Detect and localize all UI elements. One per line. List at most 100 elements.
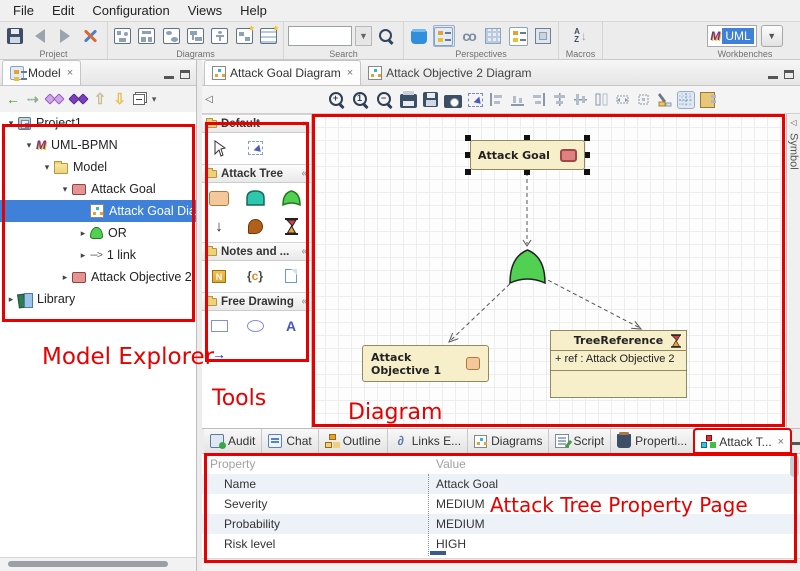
same-height-icon[interactable]: [594, 92, 609, 107]
close-icon[interactable]: ×: [778, 436, 784, 448]
palette-section-attack-tree[interactable]: Attack Tree «: [202, 164, 311, 183]
expander-icon[interactable]: ▸: [58, 272, 72, 283]
bucket-icon[interactable]: [408, 25, 430, 47]
palette-section-default[interactable]: Default «: [202, 114, 311, 133]
tree-item-project1[interactable]: ▾Project1: [0, 112, 196, 134]
tab-attack-objective-2-diagram[interactable]: Attack Objective 2 Diagram: [361, 60, 538, 85]
links-icon[interactable]: co: [458, 25, 480, 47]
column-divider[interactable]: [428, 474, 429, 556]
close-icon[interactable]: ×: [347, 67, 353, 79]
expander-icon[interactable]: ▾: [4, 118, 18, 129]
marquee-zoom-tool[interactable]: [244, 138, 266, 158]
scrollbar-thumb[interactable]: [430, 551, 446, 555]
tab-attack-goal-diagram[interactable]: Attack Goal Diagram ×: [204, 60, 361, 85]
line-tool[interactable]: →: [208, 344, 230, 364]
tree-item-1-link[interactable]: ▸--->1 link: [0, 244, 196, 266]
tree-item-uml-bpmn[interactable]: ▾MUML-BPMN: [0, 134, 196, 156]
tree-item-model[interactable]: ▾Model: [0, 156, 196, 178]
tree-reference-attribute[interactable]: + ref : Attack Objective 2: [551, 350, 686, 370]
attack-node-tool[interactable]: [208, 188, 230, 208]
tree-item-attack-objective-2[interactable]: ▸Attack Objective 2: [0, 266, 196, 288]
center-horizontally-icon[interactable]: [573, 92, 588, 107]
expander-icon[interactable]: ▾: [22, 140, 36, 151]
pin-icon[interactable]: «: [301, 296, 307, 307]
align-bottom-icon[interactable]: [510, 92, 525, 107]
menu-edit[interactable]: Edit: [43, 1, 83, 20]
expander-icon[interactable]: ▸: [76, 228, 90, 239]
nav-back-icon[interactable]: ←: [6, 91, 20, 107]
table-row-severity[interactable]: Severity MEDIUM: [202, 494, 800, 514]
fit-content-icon[interactable]: [636, 92, 651, 107]
symbol-side-tab[interactable]: ◁ Symbol: [786, 114, 800, 428]
related-dark-icon[interactable]: [70, 95, 87, 103]
nav-forward-icon[interactable]: ⇢: [27, 91, 39, 108]
deployment-diagram-icon[interactable]: [136, 25, 157, 47]
format-painter-icon[interactable]: [657, 92, 672, 107]
palette-section-free-drawing[interactable]: Free Drawing «: [202, 292, 311, 311]
tab-links-editor[interactable]: ∂Links E...: [388, 429, 468, 453]
tree-item-attack-goal-diagram[interactable]: Attack Goal Diagram: [0, 200, 196, 222]
pin-icon[interactable]: «: [301, 246, 307, 257]
move-down-icon[interactable]: ⇩: [113, 90, 126, 108]
pin-icon[interactable]: «: [301, 118, 307, 129]
menu-views[interactable]: Views: [179, 1, 231, 20]
same-size-icon[interactable]: [615, 92, 630, 107]
redo-icon[interactable]: [54, 25, 76, 47]
note-tool[interactable]: N: [208, 266, 230, 286]
collapse-all-icon[interactable]: [133, 94, 145, 105]
move-up-icon[interactable]: ⇧: [94, 90, 107, 108]
tab-chat[interactable]: Chat: [262, 429, 318, 453]
collapse-palette-icon[interactable]: ◁: [202, 94, 216, 105]
vertical-scrollbar[interactable]: [790, 455, 799, 477]
tab-properties[interactable]: Properti...: [611, 429, 694, 453]
column-header-value[interactable]: Value: [428, 457, 466, 471]
tree-item-or[interactable]: ▸OR: [0, 222, 196, 244]
tab-script[interactable]: Script: [549, 429, 611, 453]
tree-item-library[interactable]: ▸Library: [0, 288, 196, 310]
expand-icon[interactable]: ◁: [790, 118, 796, 127]
tab-attack-tree[interactable]: Attack T...×: [694, 429, 791, 453]
search-icon[interactable]: [375, 25, 397, 47]
save-image-icon[interactable]: [423, 92, 438, 107]
pin-icon[interactable]: «: [301, 168, 307, 179]
snap-grid-icon[interactable]: [678, 92, 694, 108]
menu-file[interactable]: File: [4, 1, 43, 20]
center-vertically-icon[interactable]: [552, 92, 567, 107]
table-row-risk-level[interactable]: Risk level HIGH: [202, 534, 800, 554]
overview-icon[interactable]: [700, 92, 715, 108]
minimize-icon[interactable]: [164, 70, 174, 79]
zoom-in-icon[interactable]: +: [328, 91, 346, 109]
tab-outline[interactable]: Outline: [319, 429, 388, 453]
sort-az-icon[interactable]: AZ↓: [570, 25, 592, 47]
workbench-dropdown-icon[interactable]: ▼: [761, 25, 783, 47]
selection-cursor-tool[interactable]: [208, 138, 230, 158]
expander-icon[interactable]: ▸: [4, 294, 18, 305]
search-input[interactable]: [288, 26, 352, 46]
maximize-icon[interactable]: [180, 70, 190, 79]
menu-configuration[interactable]: Configuration: [83, 1, 178, 20]
align-left-icon[interactable]: [489, 92, 504, 107]
minimize-icon[interactable]: [768, 70, 778, 79]
document-tool[interactable]: [280, 266, 302, 286]
horizontal-scrollbar[interactable]: [202, 558, 800, 571]
grid-icon[interactable]: [483, 25, 505, 47]
print-icon[interactable]: [400, 94, 417, 108]
tree-item-attack-goal[interactable]: ▾Attack Goal: [0, 178, 196, 200]
select-zone-icon[interactable]: [468, 93, 483, 107]
menu-caret-icon[interactable]: ▾: [152, 94, 157, 105]
workbench-selector[interactable]: M UML: [707, 25, 756, 47]
usecase-diagram-icon[interactable]: [161, 25, 182, 47]
form-icon[interactable]: [507, 25, 529, 47]
expander-icon[interactable]: ▸: [76, 250, 90, 261]
tab-model[interactable]: Model ×: [2, 60, 81, 85]
constraint-tool[interactable]: {c}: [244, 266, 266, 286]
attack-objective-1-node[interactable]: Attack Objective 1: [362, 345, 489, 382]
box-icon[interactable]: [532, 25, 554, 47]
rectangle-tool[interactable]: [208, 316, 230, 336]
and-gate-tool[interactable]: [244, 188, 266, 208]
new-diagram-icon[interactable]: [233, 25, 254, 47]
menu-help[interactable]: Help: [231, 1, 276, 20]
attack-goal-node[interactable]: Attack Goal: [470, 140, 585, 170]
configure-icon[interactable]: [79, 25, 101, 47]
text-tool[interactable]: A: [280, 316, 302, 336]
